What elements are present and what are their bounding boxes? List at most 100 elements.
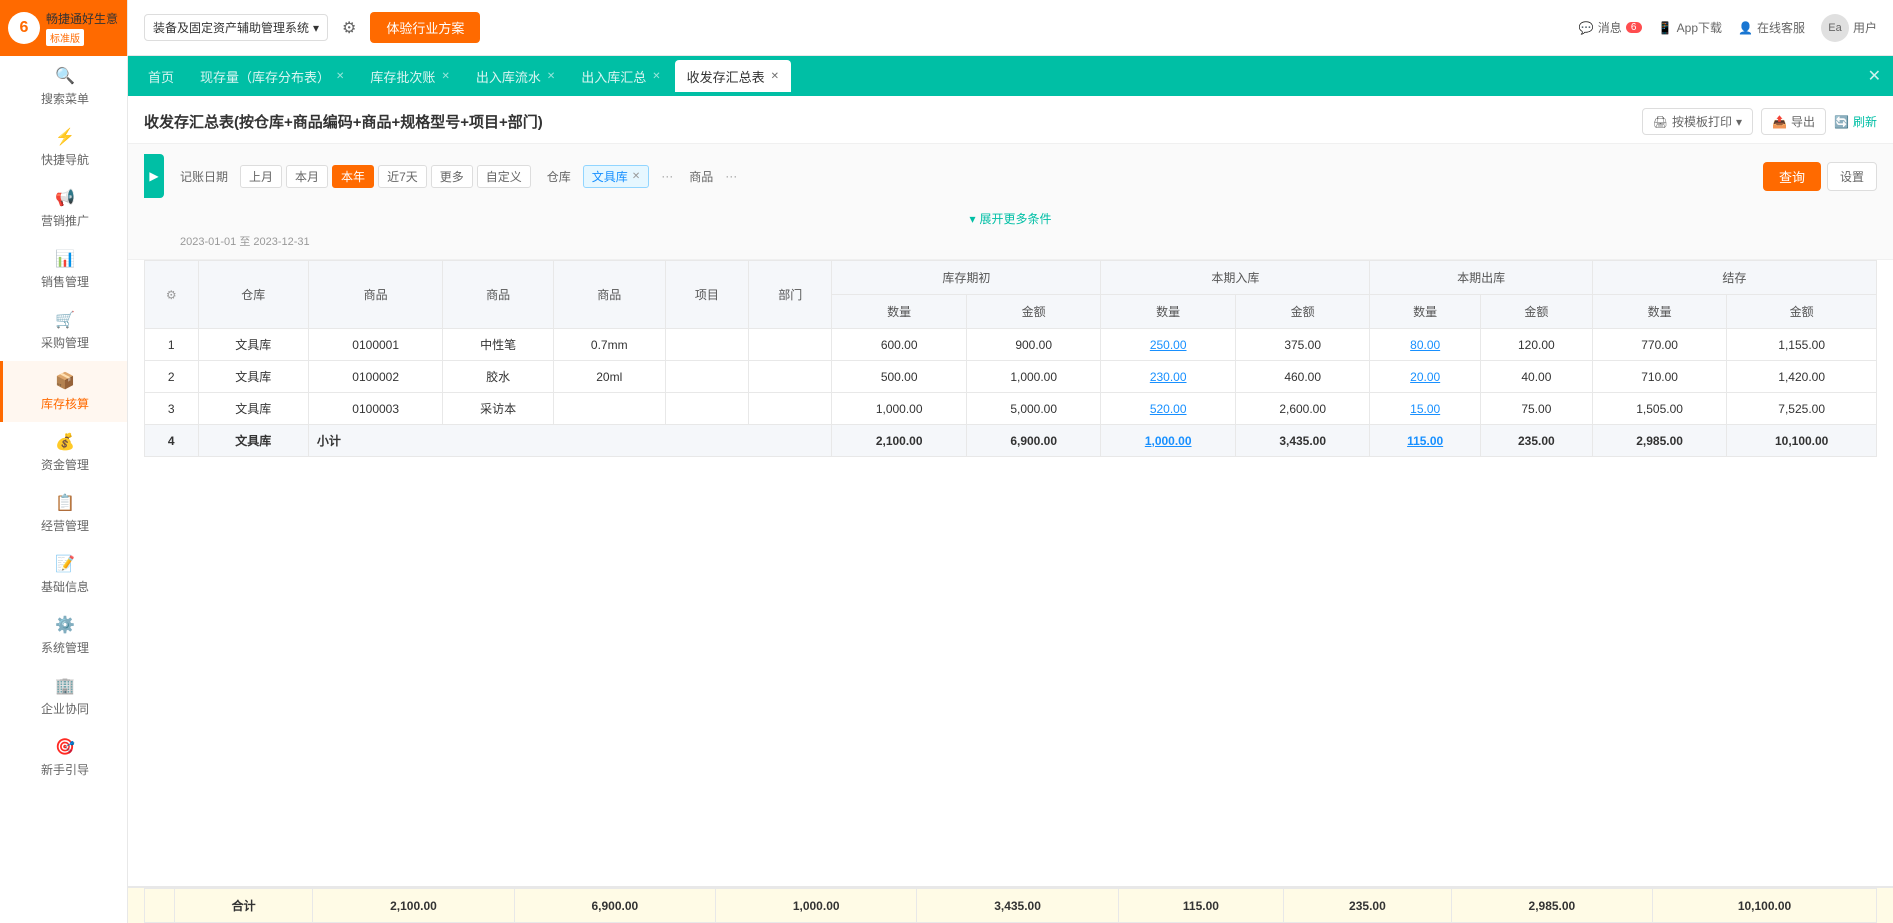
row2-balance-amt: 1,420.00 (1727, 361, 1877, 393)
filter-collapse-arrow[interactable]: ▶ (144, 154, 164, 198)
sidebar-label-sales: 销售管理 (41, 273, 89, 290)
row1-out-qty[interactable]: 80.00 (1370, 329, 1480, 361)
tab-home[interactable]: 首页 (136, 60, 186, 92)
tab-collect-summary[interactable]: 收发存汇总表 ✕ (675, 60, 791, 92)
row1-dept (749, 329, 832, 361)
sales-icon: 📊 (55, 249, 75, 269)
row3-project (665, 393, 748, 425)
date-btn-this-month[interactable]: 本月 (286, 165, 328, 188)
th-balance: 结存 (1592, 261, 1876, 295)
subtotal-in-qty: 1,000.00 (1101, 425, 1236, 457)
row3-in-qty[interactable]: 520.00 (1101, 393, 1236, 425)
system-title: 装备及固定资产辅助管理系统 (153, 19, 309, 36)
filter-bar: ▶ 记账日期 上月 本月 本年 近7天 更多 自定义 仓库 文具库 (128, 144, 1893, 260)
page-header: 收发存汇总表(按仓库+商品编码+商品+规格型号+项目+部门) 🖨 按模板打印 ▾… (128, 96, 1893, 144)
date-btn-this-year[interactable]: 本年 (332, 165, 374, 188)
purchase-icon: 🛒 (55, 310, 75, 330)
sidebar-label-guide: 新手引导 (41, 761, 89, 778)
sidebar-item-sales[interactable]: 📊 销售管理 (0, 239, 127, 300)
date-btn-last-month[interactable]: 上月 (240, 165, 282, 188)
tab-inout-summary-close[interactable]: ✕ (652, 71, 660, 82)
row3-balance-amt: 7,525.00 (1727, 393, 1877, 425)
enterprise-icon: 🏢 (55, 676, 75, 696)
sidebar-item-system[interactable]: ⚙️ 系统管理 (0, 605, 127, 666)
tab-inout-summary[interactable]: 出入库汇总 ✕ (569, 60, 672, 92)
refresh-label: 刷新 (1853, 113, 1877, 130)
th-code: 商品 (308, 261, 443, 329)
row3-spec (553, 393, 665, 425)
avatar: Ea (1821, 14, 1849, 42)
row1-code: 0100001 (308, 329, 443, 361)
row1-in-qty[interactable]: 250.00 (1101, 329, 1236, 361)
table-row: 2 文具库 0100002 胶水 20ml 500.00 1,000.00 23… (145, 361, 1877, 393)
row2-out-qty[interactable]: 20.00 (1370, 361, 1480, 393)
th-in-amt: 金额 (1235, 295, 1370, 329)
app-download-label: App下载 (1677, 19, 1722, 36)
tab-inout-flow-close[interactable]: ✕ (547, 71, 555, 82)
messages-button[interactable]: 💬 消息 6 (1579, 19, 1642, 36)
online-service-label: 在线客服 (1757, 19, 1805, 36)
subtotal-row: 4 文具库 小计 2,100.00 6,900.00 1,000.00 3,43… (145, 425, 1877, 457)
refresh-button[interactable]: 🔄 刷新 (1834, 113, 1877, 130)
tab-batch-close[interactable]: ✕ (441, 71, 449, 82)
tab-inventory-dist[interactable]: 现存量（库存分布表） ✕ (188, 60, 356, 92)
sidebar-label-finance: 资金管理 (41, 456, 89, 473)
print-button[interactable]: 🖨 按模板打印 ▾ (1642, 108, 1753, 135)
warehouse-label: 仓库 (547, 168, 571, 185)
th-project: 项目 (665, 261, 748, 329)
date-btn-7days[interactable]: 近7天 (378, 165, 427, 188)
sidebar-item-finance[interactable]: 💰 资金管理 (0, 422, 127, 483)
user-menu-button[interactable]: Ea 用户 (1821, 14, 1877, 42)
settings-gear-button[interactable]: ⚙ (338, 14, 360, 42)
logo-icon: 6 (8, 12, 40, 44)
sidebar-item-inventory[interactable]: 📦 库存核算 (0, 361, 127, 422)
warehouse-more-btn[interactable]: ··· (661, 169, 673, 183)
sidebar-item-purchase[interactable]: 🛒 采购管理 (0, 300, 127, 361)
row3-code: 0100003 (308, 393, 443, 425)
print-label: 按模板打印 (1672, 113, 1732, 130)
system-selector[interactable]: 装备及固定资产辅助管理系统 ▾ (144, 14, 328, 41)
tab-bar-close-all[interactable]: ✕ (1864, 62, 1885, 90)
footer-in-qty: 1,000.00 (716, 889, 917, 923)
app-name: 畅捷通好生意 (46, 10, 118, 27)
sidebar-item-search[interactable]: 🔍 搜索菜单 (0, 56, 127, 117)
date-btn-more[interactable]: 更多 (431, 165, 473, 188)
guide-icon: 🎯 (55, 737, 75, 757)
row3-out-qty[interactable]: 15.00 (1370, 393, 1480, 425)
sidebar-item-operation[interactable]: 📋 经营管理 (0, 483, 127, 544)
footer-out-amt: 235.00 (1284, 889, 1452, 923)
query-button[interactable]: 查询 (1763, 162, 1821, 191)
sidebar-item-enterprise[interactable]: 🏢 企业协同 (0, 666, 127, 727)
sidebar-item-base[interactable]: 📝 基础信息 (0, 544, 127, 605)
app-download-button[interactable]: 📱 App下载 (1658, 19, 1722, 36)
tab-batch[interactable]: 库存批次账 ✕ (358, 60, 461, 92)
footer-opening-qty: 2,100.00 (313, 889, 514, 923)
goods-more-btn[interactable]: ··· (725, 169, 737, 183)
sidebar-label-purchase: 采购管理 (41, 334, 89, 351)
row2-project (665, 361, 748, 393)
inventory-icon: 📦 (55, 371, 75, 391)
export-button[interactable]: 📤 导出 (1761, 108, 1826, 135)
tab-collect-summary-label: 收发存汇总表 (687, 67, 765, 86)
sidebar-label-marketing: 营销推广 (41, 212, 89, 229)
row2-no: 2 (145, 361, 199, 393)
sidebar-item-marketing[interactable]: 📢 营销推广 (0, 178, 127, 239)
row1-project (665, 329, 748, 361)
date-btn-custom[interactable]: 自定义 (477, 165, 531, 188)
row2-in-qty[interactable]: 230.00 (1101, 361, 1236, 393)
sidebar-item-quick[interactable]: ⚡ 快捷导航 (0, 117, 127, 178)
row3-balance-qty: 1,505.00 (1592, 393, 1727, 425)
trial-button[interactable]: 体验行业方案 (370, 12, 480, 43)
tab-collect-summary-close[interactable]: ✕ (771, 71, 779, 82)
row2-out-amt: 40.00 (1480, 361, 1592, 393)
warehouse-tag-close[interactable]: ✕ (632, 171, 640, 182)
sidebar-item-guide[interactable]: 🎯 新手引导 (0, 727, 127, 788)
tab-inout-flow[interactable]: 出入库流水 ✕ (464, 60, 567, 92)
setting-button[interactable]: 设置 (1827, 162, 1877, 191)
tab-inventory-dist-close[interactable]: ✕ (336, 71, 344, 82)
column-settings-icon[interactable]: ⚙ (166, 288, 177, 302)
sidebar-nav: 🔍 搜索菜单 ⚡ 快捷导航 📢 营销推广 📊 销售管理 🛒 采购管理 📦 库存核… (0, 56, 127, 923)
online-service-button[interactable]: 👤 在线客服 (1738, 19, 1805, 36)
table-footer: 合计 2,100.00 6,900.00 1,000.00 3,435.00 1… (128, 886, 1893, 923)
expand-conditions-button[interactable]: ▾ 展开更多条件 (969, 206, 1051, 231)
